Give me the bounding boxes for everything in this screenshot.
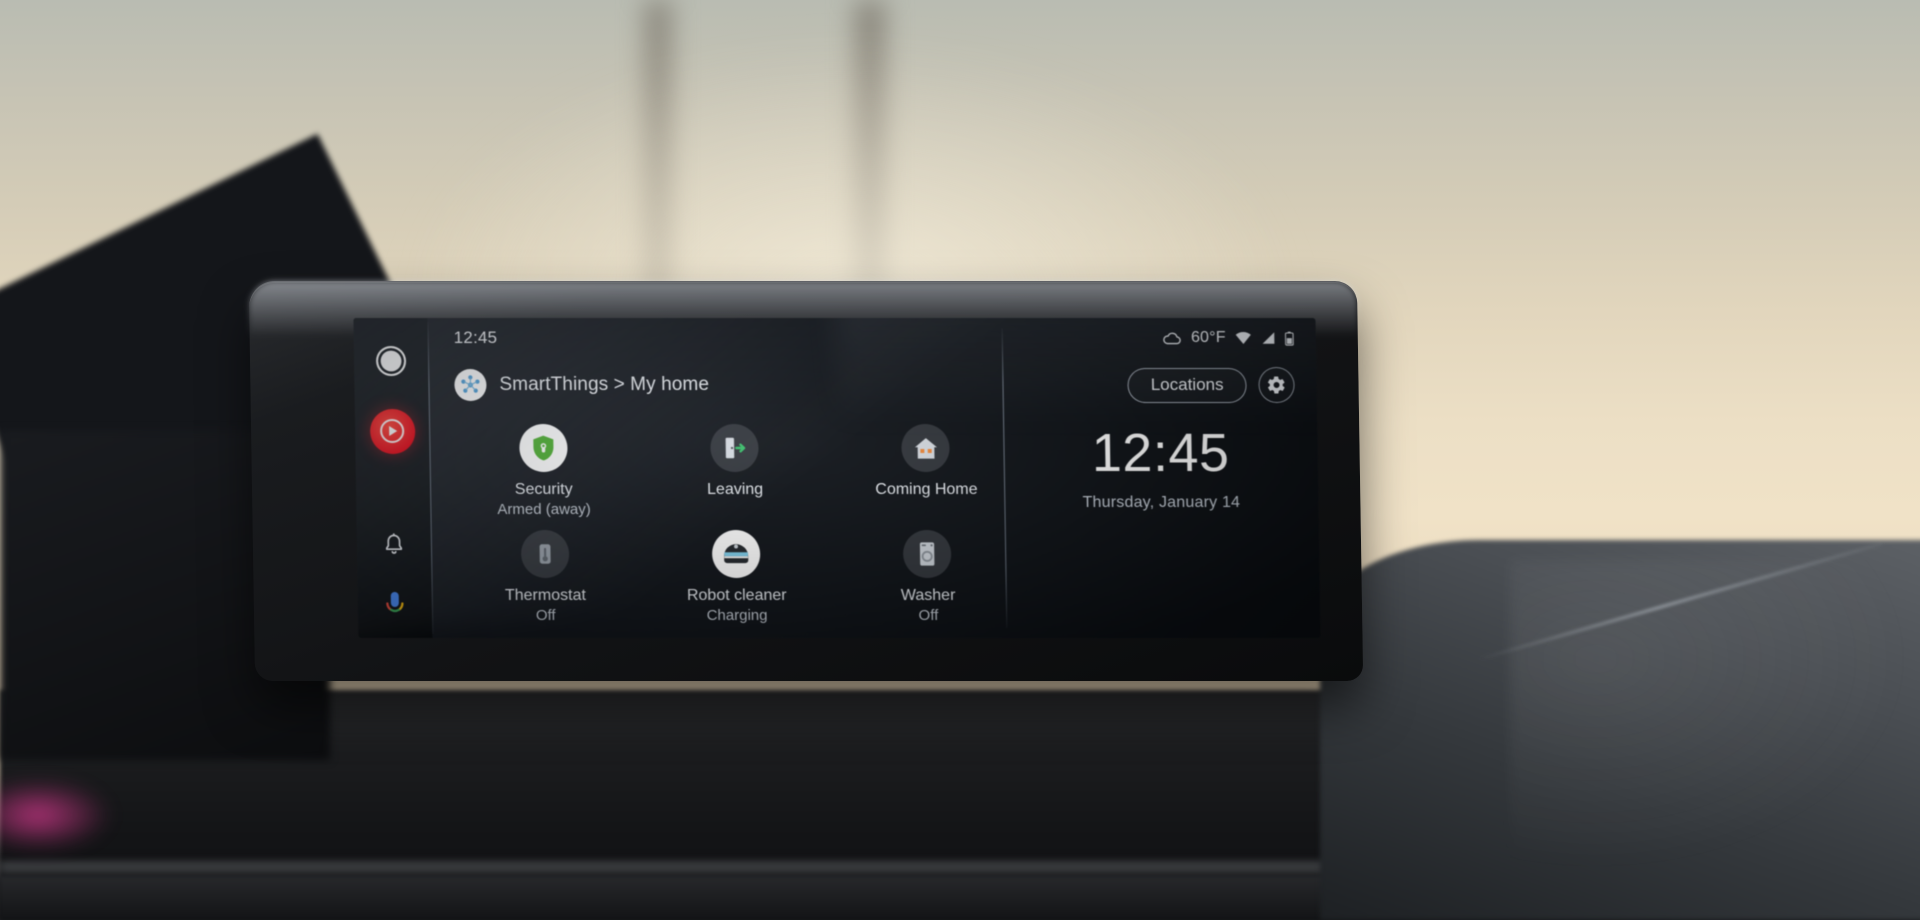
breadcrumb: SmartThings > My home — [499, 374, 710, 396]
smartthings-logo-icon — [454, 369, 487, 402]
google-assistant-mic-icon — [386, 591, 404, 613]
sidebar-item-notifications[interactable] — [377, 528, 412, 562]
tile-leaving[interactable]: Leaving — [638, 418, 831, 520]
sidebar-item-home[interactable] — [374, 344, 409, 378]
tile-state: Charging — [706, 607, 768, 625]
infotainment-screen[interactable]: 12:45 60°F SmartThings > My home Locatio… — [353, 318, 1321, 638]
tile-state: Off — [535, 607, 556, 625]
house-icon — [914, 437, 937, 459]
leaving-tile-icon — [710, 424, 759, 473]
clock-date: Thursday, January 14 — [1082, 493, 1241, 511]
tile-label: Security — [514, 481, 573, 498]
washer-tile-icon — [903, 529, 952, 578]
device-tiles-grid: Security Armed (away) Leaving Coming Hom… — [447, 418, 1024, 626]
tile-label: Coming Home — [875, 481, 978, 498]
tile-state: Off — [918, 607, 939, 625]
tile-label: Robot cleaner — [686, 586, 787, 604]
washer-icon — [920, 542, 935, 566]
thermostat-icon — [539, 544, 551, 564]
tile-label: Washer — [900, 586, 956, 604]
coming-home-tile-icon — [901, 424, 951, 473]
tile-washer[interactable]: Washer Off — [831, 524, 1024, 626]
tile-label: Leaving — [706, 481, 764, 498]
tile-label: Thermostat — [504, 586, 587, 604]
sidebar-item-media[interactable] — [369, 408, 416, 454]
youtube-music-icon — [369, 408, 416, 454]
shield-lock-icon — [532, 435, 554, 461]
robot-vacuum-icon — [724, 544, 749, 564]
ambient-light-glow — [0, 780, 110, 850]
home-circle-icon — [375, 346, 407, 377]
android-auto-sidebar — [353, 318, 433, 638]
tile-security[interactable]: Security Armed (away) — [447, 418, 640, 520]
thermostat-tile-icon — [520, 529, 570, 578]
tile-coming-home[interactable]: Coming Home — [830, 418, 1023, 520]
clock-panel: 12:45 Thursday, January 14 — [1001, 318, 1320, 638]
status-time: 12:45 — [453, 328, 498, 348]
seat-highlight — [1510, 560, 1920, 890]
bell-icon — [385, 533, 403, 554]
head-unit-device: 12:45 60°F SmartThings > My home Locatio… — [248, 281, 1364, 681]
tile-thermostat[interactable]: Thermostat Off — [449, 524, 642, 626]
security-tile-icon — [518, 424, 568, 473]
tile-state: Armed (away) — [497, 501, 591, 519]
door-exit-icon — [725, 437, 746, 459]
tile-robot-cleaner[interactable]: Robot cleaner Charging — [640, 524, 833, 626]
clock-time: 12:45 — [1091, 423, 1230, 483]
sidebar-item-assistant[interactable] — [380, 588, 411, 622]
smartthings-app: 12:45 60°F SmartThings > My home Locatio… — [427, 318, 1320, 638]
robot-cleaner-tile-icon — [711, 529, 761, 578]
